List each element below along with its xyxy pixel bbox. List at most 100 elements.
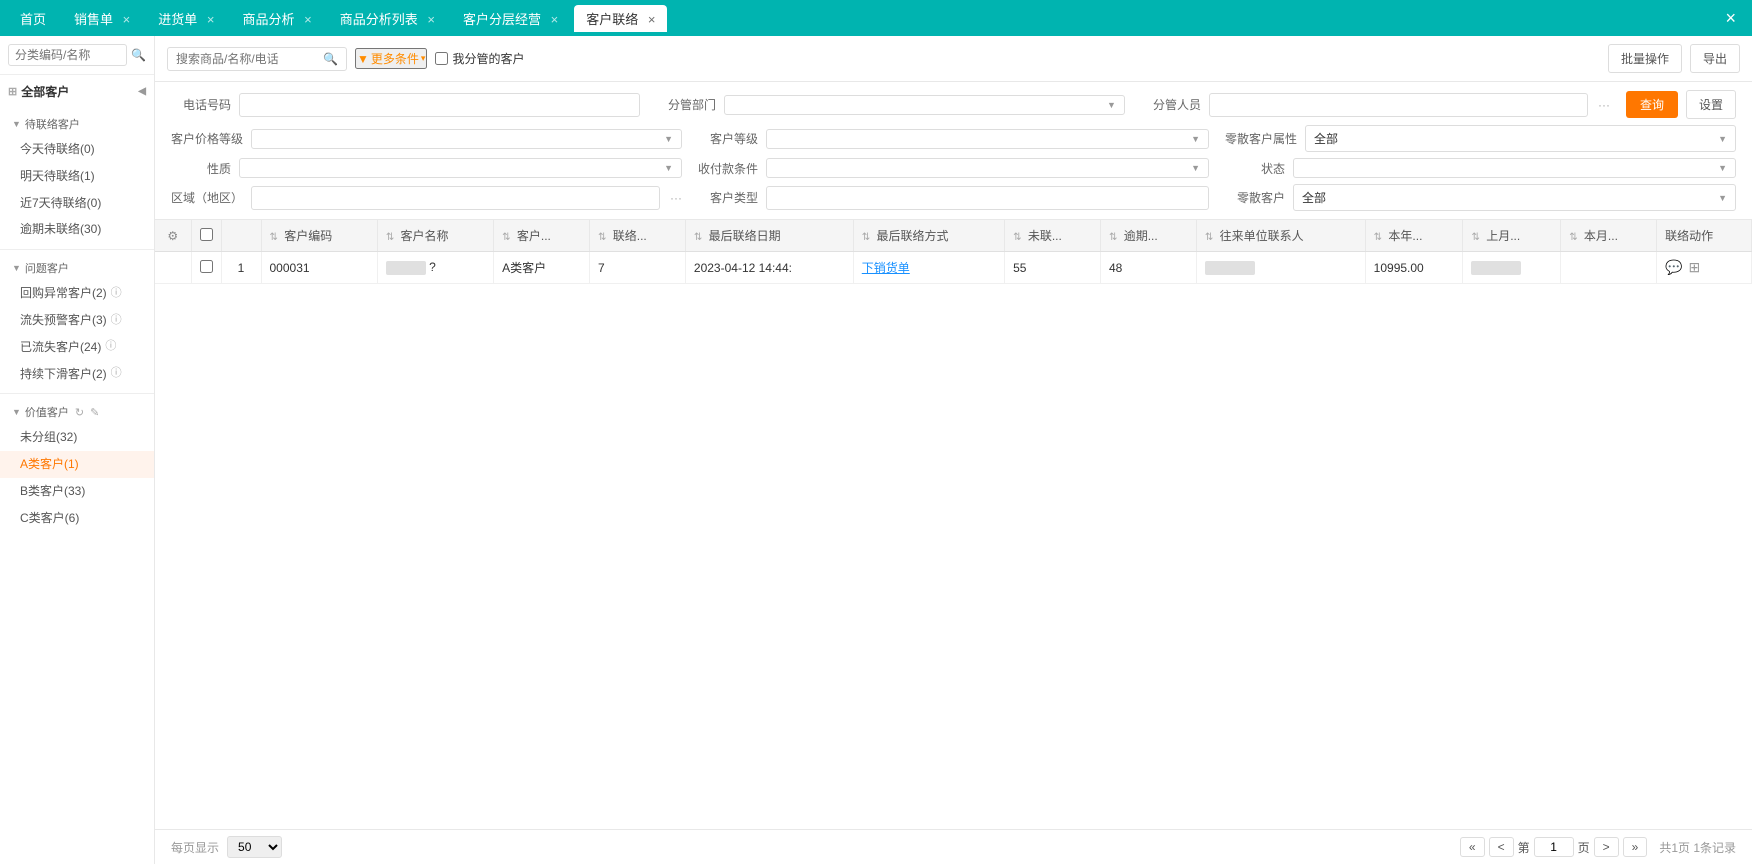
filter-customer-level-select[interactable]: ▼ — [766, 129, 1209, 149]
sidebar-item-c-class[interactable]: C类客户(6) — [0, 505, 154, 532]
toolbar-right: 批量操作 导出 — [1608, 44, 1740, 73]
prev-page-button[interactable]: < — [1489, 837, 1514, 857]
my-customers-checkbox[interactable] — [435, 52, 448, 65]
person-dots-icon[interactable]: ··· — [1598, 98, 1610, 112]
th-last-date-sort-icon[interactable]: ⇅ — [694, 232, 702, 243]
filter-retail-select[interactable]: 全部 ▼ — [1293, 184, 1736, 211]
nav-tab-customer-segment-close[interactable]: × — [551, 12, 559, 27]
th-overdue-sort-icon[interactable]: ⇅ — [1109, 232, 1117, 243]
last-method-link[interactable]: 下销货单 — [862, 261, 910, 275]
nav-tab-sales[interactable]: 销售单 × — [62, 5, 142, 32]
nav-tab-customer-contact[interactable]: 客户联络 × — [574, 5, 667, 32]
row-overdue-cell: 48 — [1100, 252, 1196, 284]
nav-tab-analysis-list[interactable]: 商品分析列表 × — [328, 5, 447, 32]
filter-customer-level-field: 客户等级 ▼ — [698, 129, 1209, 149]
filter-dept-select[interactable]: ▼ — [724, 95, 1125, 115]
region-dots-icon[interactable]: ··· — [670, 191, 682, 205]
batch-op-button[interactable]: 批量操作 — [1608, 44, 1682, 73]
nav-tab-customer-contact-close[interactable]: × — [648, 12, 656, 27]
filter-customer-type-input[interactable] — [766, 186, 1209, 210]
last-page-button[interactable]: » — [1623, 837, 1648, 857]
sidebar-item-declining[interactable]: 持续下滑客户(2) ⓘ — [0, 361, 154, 388]
window-close-button[interactable]: × — [1717, 8, 1744, 29]
th-this-year-sort-icon[interactable]: ⇅ — [1374, 232, 1382, 243]
sidebar-group-value-title[interactable]: ▼ 价值客户 ↻ ✎ — [0, 400, 154, 424]
filter-price-level-select[interactable]: ▼ — [251, 129, 682, 149]
filter-phone-input[interactable] — [239, 93, 640, 117]
nav-tab-customer-segment[interactable]: 客户分层经营 × — [451, 5, 570, 32]
sidebar-group-pending: ▼ 待联络客户 今天待联络(0) 明天待联络(1) 近7天待联络(0) 逾期未联… — [0, 108, 154, 247]
table-select-all-checkbox[interactable] — [200, 228, 213, 241]
th-code: ⇅ 客户编码 — [261, 220, 377, 252]
payment-arrow-icon: ▼ — [1191, 163, 1200, 173]
filter-person-field: 分管人员 ··· — [1141, 93, 1610, 117]
row-qr-icon[interactable]: ⊞ — [1689, 259, 1701, 276]
th-unit-contact-sort-icon[interactable]: ⇅ — [1205, 232, 1213, 243]
nav-tab-purchase-close[interactable]: × — [207, 12, 215, 27]
first-page-button[interactable]: « — [1460, 837, 1485, 857]
th-last-month-sort-icon[interactable]: ⇅ — [1471, 232, 1479, 243]
th-this-month-sort-icon[interactable]: ⇅ — [1569, 232, 1577, 243]
more-filter-button[interactable]: ▼ 更多条件 ▾ — [355, 48, 427, 69]
th-code-sort-icon[interactable]: ⇅ — [270, 232, 278, 243]
settings-icon[interactable]: ⚙ — [167, 229, 178, 243]
page-size-select[interactable]: 50 100 200 — [227, 836, 282, 858]
sidebar-item-repurchase-abnormal[interactable]: 回购异常客户(2) ⓘ — [0, 280, 154, 307]
sidebar-item-a-class[interactable]: A类客户(1) — [0, 451, 154, 478]
filter-nature-label: 性质 — [171, 160, 231, 177]
sidebar-search-area: 🔍 — [0, 36, 154, 75]
sidebar-item-7days[interactable]: 近7天待联络(0) — [0, 190, 154, 217]
filter-icon: ▼ — [357, 52, 369, 66]
filter-person-input[interactable] — [1209, 93, 1588, 117]
row-contact-cell: 7 — [590, 252, 686, 284]
sidebar-item-ungrouped[interactable]: 未分组(32) — [0, 424, 154, 451]
sidebar-item-overdue[interactable]: 逾期未联络(30) — [0, 216, 154, 243]
content-area: 🔍 ▼ 更多条件 ▾ 我分管的客户 批量操作 导出 电话号码 — [155, 36, 1752, 864]
nav-tab-analysis[interactable]: 商品分析 × — [230, 5, 323, 32]
filter-payment-select[interactable]: ▼ — [766, 158, 1209, 178]
filter-region-input[interactable] — [251, 186, 660, 210]
sidebar-item-b-class[interactable]: B类客户(33) — [0, 478, 154, 505]
filter-phone-label: 电话号码 — [171, 96, 231, 113]
filter-nature-select[interactable]: ▼ — [239, 158, 682, 178]
sidebar-group-problem-title[interactable]: ▼ 问题客户 — [0, 256, 154, 280]
nav-tab-sales-close[interactable]: × — [123, 12, 131, 27]
th-contact-sort-icon[interactable]: ⇅ — [598, 232, 606, 243]
sidebar-item-today[interactable]: 今天待联络(0) — [0, 136, 154, 163]
sidebar-all-customers[interactable]: ⊞ 全部客户 ◀ — [0, 75, 154, 108]
th-category-sort-icon[interactable]: ⇅ — [502, 232, 510, 243]
sidebar-item-churned[interactable]: 已流失客户(24) ⓘ — [0, 334, 154, 361]
th-no-contact-sort-icon[interactable]: ⇅ — [1013, 232, 1021, 243]
info-icon-1[interactable]: ⓘ — [111, 313, 122, 328]
query-button[interactable]: 查询 — [1626, 91, 1678, 118]
info-icon-3[interactable]: ⓘ — [111, 366, 122, 381]
nav-home[interactable]: 首页 — [8, 5, 58, 32]
info-icon-2[interactable]: ⓘ — [105, 339, 116, 354]
next-page-button[interactable]: > — [1594, 837, 1619, 857]
filter-status-select[interactable]: ▼ — [1293, 158, 1736, 178]
th-action: 联络动作 — [1657, 220, 1752, 252]
sidebar-search-icon[interactable]: 🔍 — [131, 48, 146, 62]
sidebar-item-churn-warning[interactable]: 流失预警客户(3) ⓘ — [0, 307, 154, 334]
filter-retail-attr-select[interactable]: 全部 ▼ — [1305, 125, 1736, 152]
export-button[interactable]: 导出 — [1690, 44, 1740, 73]
my-customers-checkbox-label[interactable]: 我分管的客户 — [435, 50, 524, 67]
nav-tab-analysis-list-close[interactable]: × — [427, 12, 435, 27]
sidebar-item-tomorrow[interactable]: 明天待联络(1) — [0, 163, 154, 190]
refresh-icon[interactable]: ↻ — [75, 406, 84, 419]
edit-icon[interactable]: ✎ — [90, 406, 99, 419]
nav-tab-purchase[interactable]: 进货单 × — [146, 5, 226, 32]
th-last-method-sort-icon[interactable]: ⇅ — [862, 232, 870, 243]
nav-tab-analysis-close[interactable]: × — [304, 12, 312, 27]
th-name-sort-icon[interactable]: ⇅ — [386, 232, 394, 243]
row-checkbox[interactable] — [200, 260, 213, 273]
setting-button[interactable]: 设置 — [1686, 90, 1736, 119]
search-icon[interactable]: 🔍 — [323, 52, 338, 66]
sidebar-group-pending-title[interactable]: ▼ 待联络客户 — [0, 112, 154, 136]
sidebar-search-input[interactable] — [8, 44, 127, 66]
search-input[interactable] — [176, 52, 319, 66]
page-number-input[interactable] — [1534, 837, 1574, 857]
row-message-icon[interactable]: 💬 — [1665, 259, 1682, 276]
row-code-cell: 000031 — [261, 252, 377, 284]
info-icon-0[interactable]: ⓘ — [111, 286, 122, 301]
